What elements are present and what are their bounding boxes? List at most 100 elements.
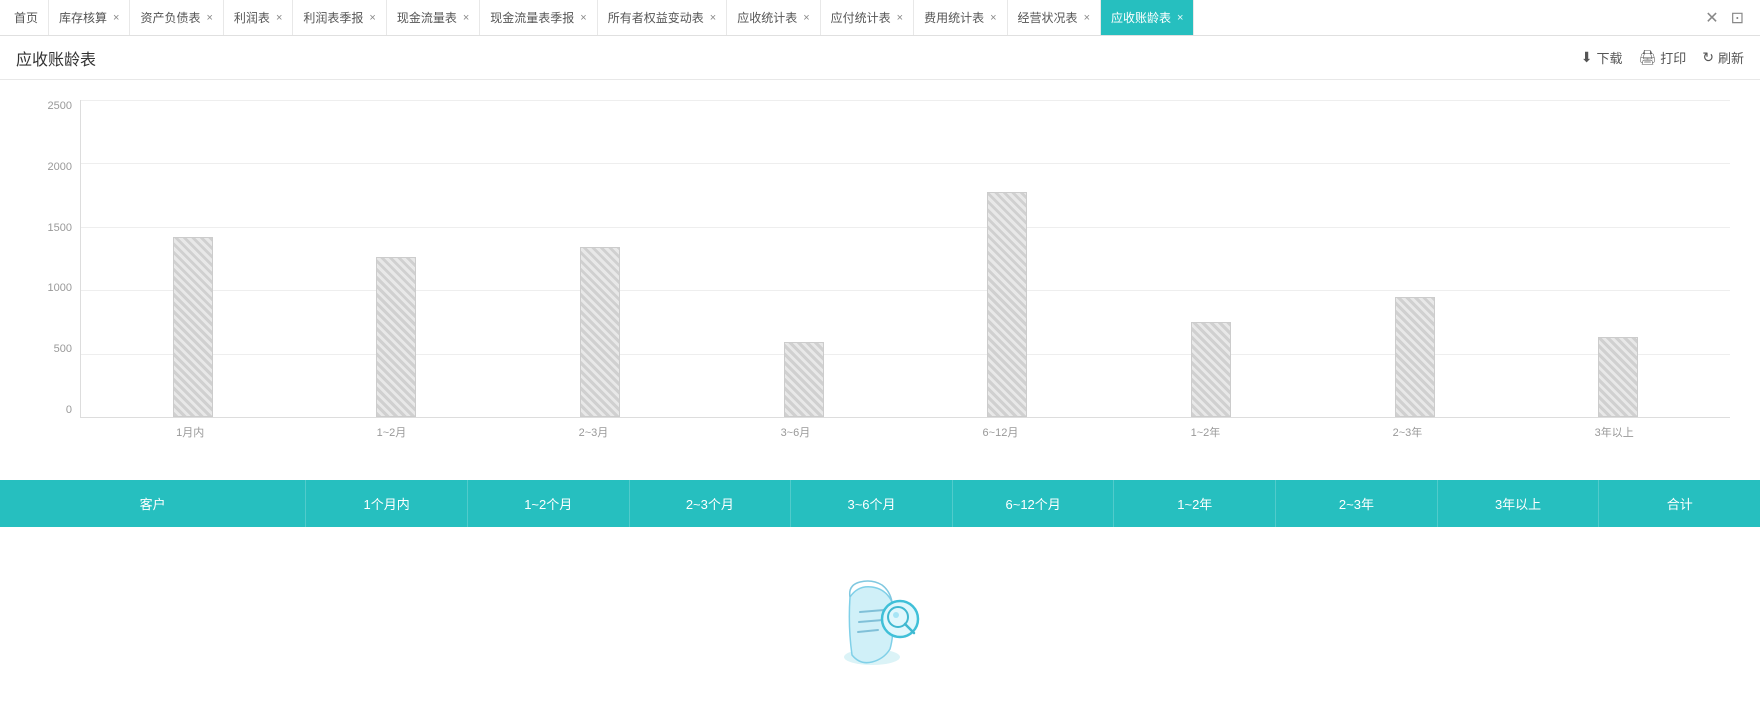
refresh-label: 刷新 [1718,48,1744,67]
empty-state [0,527,1760,720]
table-header-3: 2~3个月 [630,480,792,527]
table-header-4: 3~6个月 [791,480,953,527]
tab-profit-quarterly-close[interactable]: × [369,12,375,24]
refresh-button[interactable]: ↻ 刷新 [1702,48,1744,67]
x-label-6: 2~3年 [1393,424,1423,440]
page-title: 应收账龄表 [16,46,96,70]
table-header-5: 6~12个月 [953,480,1115,527]
print-icon: 🖨 [1638,49,1656,66]
page-header: 应收账龄表 ⬇ 下载 🖨 打印 ↻ 刷新 [0,36,1760,80]
download-icon: ⬇ [1581,49,1593,66]
tab-profit-close[interactable]: × [276,12,282,24]
x-label-1: 1~2月 [377,424,407,440]
print-label: 打印 [1660,48,1686,67]
tab-home-label: 首页 [14,9,38,26]
tab-ar-aging-close[interactable]: × [1177,12,1183,24]
table-header-9: 合计 [1599,480,1760,527]
y-label-1500: 1500 [48,222,72,234]
main-content: 2500 2000 1500 1000 500 0 [0,80,1760,720]
refresh-icon: ↻ [1702,49,1714,66]
table-header-0: 客户 [0,480,306,527]
tab-balance-close[interactable]: × [206,12,212,24]
tab-home[interactable]: 首页 [4,0,49,36]
y-label-2000: 2000 [48,161,72,173]
tab-equity-close[interactable]: × [710,12,716,24]
tab-expense-stats-label: 费用统计表 [924,9,984,26]
table-header-7: 2~3年 [1276,480,1438,527]
tab-bar-actions: ✕ ⊡ [1693,6,1756,30]
tab-balance[interactable]: 资产负债表 × [130,0,223,36]
chart-body: 1月内1~2月2~3月3~6月6~12月1~2年2~3年3年以上 [80,100,1730,440]
bar-5 [1191,322,1231,417]
tab-bar: 首页 库存核算 × 资产负债表 × 利润表 × 利润表季报 × 现金流量表 × … [0,0,1760,36]
download-label: 下载 [1596,48,1622,67]
tab-cashflow-close[interactable]: × [463,12,469,24]
tab-ap-stats[interactable]: 应付统计表 × [821,0,914,36]
chart-y-axis: 2500 2000 1500 1000 500 0 [30,100,80,440]
bar-group-1 [376,257,416,417]
download-button[interactable]: ⬇ 下载 [1581,48,1623,67]
x-label-5: 1~2年 [1191,424,1221,440]
tab-balance-label: 资产负债表 [140,9,200,26]
tab-ar-aging-label: 应收账龄表 [1111,9,1171,26]
tab-inventory-close[interactable]: × [113,12,119,24]
bar-group-7 [1598,337,1638,417]
chart-grid [80,100,1730,418]
chart-container: 2500 2000 1500 1000 500 0 [30,100,1730,440]
tab-profit-quarterly[interactable]: 利润表季报 × [293,0,386,36]
tab-cashflow-quarterly[interactable]: 现金流量表季报 × [480,0,597,36]
tab-cashflow[interactable]: 现金流量表 × [387,0,480,36]
tab-ar-aging[interactable]: 应收账龄表 × [1101,0,1194,36]
bar-group-4 [987,192,1027,417]
table-header-6: 1~2年 [1114,480,1276,527]
print-button[interactable]: 🖨 打印 [1638,48,1686,67]
tab-operations[interactable]: 经营状况表 × [1008,0,1101,36]
header-actions: ⬇ 下载 🖨 打印 ↻ 刷新 [1581,48,1744,67]
bar-4 [987,192,1027,417]
table-header-2: 1~2个月 [468,480,630,527]
bar-7 [1598,337,1638,417]
x-label-3: 3~6月 [781,424,811,440]
tab-ap-stats-label: 应付统计表 [831,9,891,26]
tab-operations-close[interactable]: × [1084,12,1090,24]
tab-ar-stats-label: 应收统计表 [737,9,797,26]
y-label-1000: 1000 [48,282,72,294]
bar-6 [1395,297,1435,417]
tab-inventory[interactable]: 库存核算 × [49,0,130,36]
bar-0 [173,237,213,417]
bar-1 [376,257,416,417]
tab-expense-stats-close[interactable]: × [990,12,996,24]
tab-ar-stats-close[interactable]: × [803,12,809,24]
bar-group-0 [173,237,213,417]
tab-equity[interactable]: 所有者权益变动表 × [598,0,727,36]
bar-group-6 [1395,297,1435,417]
tab-cashflow-label: 现金流量表 [397,9,457,26]
window-close-icon[interactable]: ✕ [1701,6,1722,30]
bars-row [81,100,1730,417]
bar-3 [784,342,824,417]
tab-cashflow-quarterly-close[interactable]: × [580,12,586,24]
empty-icon [820,567,940,680]
bar-group-2 [580,247,620,417]
chart-area: 2500 2000 1500 1000 500 0 [0,80,1760,480]
tab-cashflow-quarterly-label: 现金流量表季报 [490,9,574,26]
table-header-1: 1个月内 [306,480,468,527]
x-label-4: 6~12月 [983,424,1019,440]
bar-group-3 [784,342,824,417]
bar-group-5 [1191,322,1231,417]
tab-ap-stats-close[interactable]: × [897,12,903,24]
tab-expense-stats[interactable]: 费用统计表 × [914,0,1007,36]
y-label-500: 500 [54,343,72,355]
tab-profit[interactable]: 利润表 × [224,0,293,36]
x-label-2: 2~3月 [579,424,609,440]
x-label-7: 3年以上 [1595,424,1634,440]
window-maximize-icon[interactable]: ⊡ [1727,6,1748,30]
tab-ar-stats[interactable]: 应收统计表 × [727,0,820,36]
tab-equity-label: 所有者权益变动表 [608,9,704,26]
tab-inventory-label: 库存核算 [59,9,107,26]
y-label-0: 0 [66,404,72,416]
tab-bar-inner: 首页 库存核算 × 资产负债表 × 利润表 × 利润表季报 × 现金流量表 × … [4,0,1693,36]
chart-x-labels: 1月内1~2月2~3月3~6月6~12月1~2年2~3年3年以上 [80,418,1730,440]
tab-operations-label: 经营状况表 [1018,9,1078,26]
y-label-2500a: 2500 [48,100,72,112]
